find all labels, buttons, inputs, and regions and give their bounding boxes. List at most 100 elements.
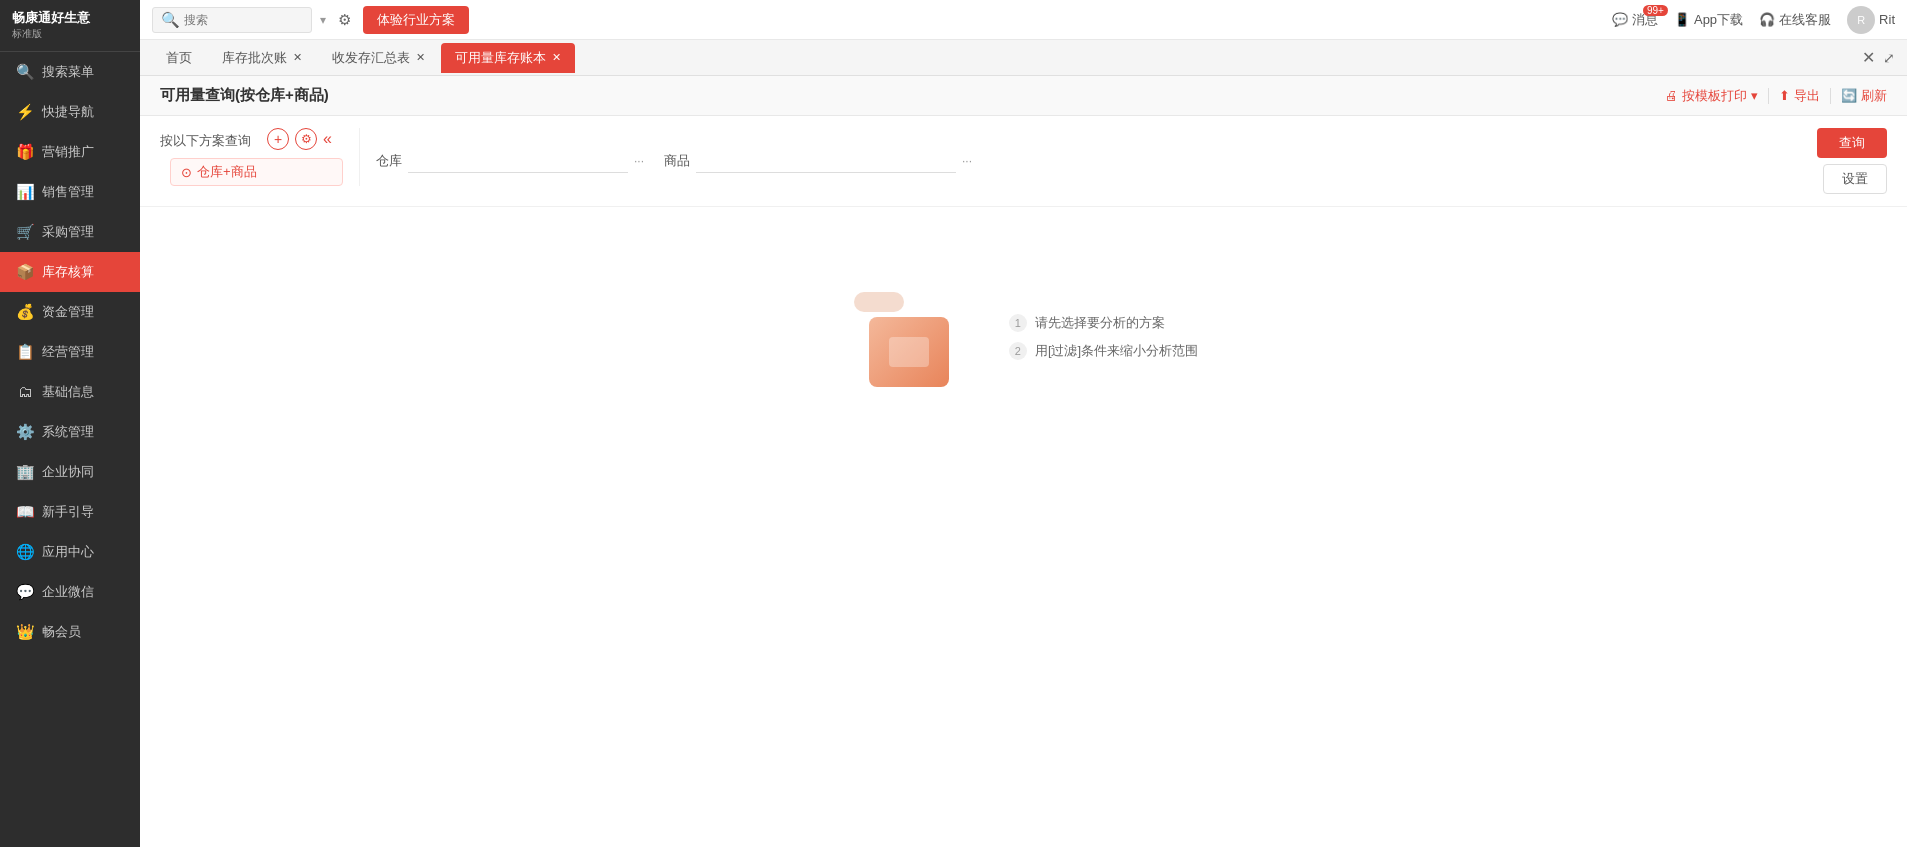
empty-state: 1 请先选择要分析的方案 2 用[过滤]条件来缩小分析范围 [140,207,1907,467]
filter-label: 按以下方案查询 [160,128,251,150]
tab-home[interactable]: 首页 [152,43,206,73]
tab-receive-summary-close-icon[interactable]: ✕ [416,51,425,64]
sidebar-item-label: 经营管理 [42,343,94,361]
operation-icon: 📋 [16,343,34,361]
sidebar-item-wechat[interactable]: 💬 企业微信 [0,572,140,612]
search-icon: 🔍 [16,63,34,81]
sidebar-item-label: 搜索菜单 [42,63,94,81]
sidebar-item-system[interactable]: ⚙️ 系统管理 [0,412,140,452]
window-close-icon[interactable]: ✕ [1862,48,1875,67]
export-button[interactable]: ⬆ 导出 [1779,87,1820,105]
search-chevron-icon[interactable]: ▾ [320,13,326,27]
main-area: 🔍 ▾ ⚙ 体验行业方案 💬 消息 99+ 📱 App下载 🎧 在线客服 R [140,0,1907,847]
export-icon: ⬆ [1779,88,1790,103]
user-profile[interactable]: R Rit [1847,6,1895,34]
sidebar-item-label: 资金管理 [42,303,94,321]
filter-collapse-button[interactable]: « [323,130,332,148]
filter-setting-button[interactable]: ⚙ [295,128,317,150]
empty-hints: 1 请先选择要分析的方案 2 用[过滤]条件来缩小分析范围 [1009,314,1198,360]
sidebar-item-vip[interactable]: 👑 畅会员 [0,612,140,652]
trial-industry-button[interactable]: 体验行业方案 [363,6,469,34]
product-input[interactable] [696,149,956,173]
query-button[interactable]: 查询 [1817,128,1887,158]
sidebar-item-label: 新手引导 [42,503,94,521]
tabs-window-controls: ✕ ⤢ [1862,48,1895,67]
tab-batch-account[interactable]: 库存批次账 ✕ [208,43,316,73]
field-settings-button[interactable]: 设置 [1823,164,1887,194]
filter-row: 按以下方案查询 + ⚙ « ⊙ 仓库+商品 [140,116,1907,207]
filter-scheme-panel: 按以下方案查询 + ⚙ « ⊙ 仓库+商品 [160,128,360,186]
system-icon: ⚙️ [16,423,34,441]
sidebar-item-label: 销售管理 [42,183,94,201]
sidebar-item-shortcut[interactable]: ⚡ 快捷导航 [0,92,140,132]
filter-add-button[interactable]: + [267,128,289,150]
sidebar-item-appcenter[interactable]: 🌐 应用中心 [0,532,140,572]
refresh-button[interactable]: 🔄 刷新 [1841,87,1887,105]
app-download-button[interactable]: 📱 App下载 [1674,11,1743,29]
online-service-button[interactable]: 🎧 在线客服 [1759,11,1831,29]
sidebar-item-basic[interactable]: 🗂 基础信息 [0,372,140,412]
divider-1 [1768,88,1769,104]
basic-icon: 🗂 [16,383,34,400]
warehouse-more-button[interactable]: ··· [634,154,644,168]
hint-text-2: 用[过滤]条件来缩小分析范围 [1035,342,1198,360]
topbar: 🔍 ▾ ⚙ 体验行业方案 💬 消息 99+ 📱 App下载 🎧 在线客服 R [140,0,1907,40]
filter-header: 按以下方案查询 + ⚙ « [160,128,343,150]
product-more-button[interactable]: ··· [962,154,972,168]
settings-gear-icon[interactable]: ⚙ [338,11,351,29]
empty-content: 1 请先选择要分析的方案 2 用[过滤]条件来缩小分析范围 [849,287,1198,387]
hint-text-1: 请先选择要分析的方案 [1035,314,1165,332]
template-print-button[interactable]: 🖨 按模板打印 ▾ [1665,87,1758,105]
sidebar-item-enterprise[interactable]: 🏢 企业协同 [0,452,140,492]
sidebar-item-inventory[interactable]: 📦 库存核算 [0,252,140,292]
sidebar-item-label: 企业协同 [42,463,94,481]
tab-receive-summary[interactable]: 收发存汇总表 ✕ [318,43,439,73]
tab-available-qty[interactable]: 可用量库存账本 ✕ [441,43,575,73]
topbar-search-icon: 🔍 [161,11,180,29]
avatar: R [1847,6,1875,34]
sidebar-nav: 🔍 搜索菜单 ⚡ 快捷导航 🎁 营销推广 📊 销售管理 🛒 采购管理 📦 库存核… [0,52,140,847]
sidebar-item-label: 应用中心 [42,543,94,561]
sidebar-item-search[interactable]: 🔍 搜索菜单 [0,52,140,92]
sidebar-item-label: 采购管理 [42,223,94,241]
sidebar-item-label: 营销推广 [42,143,94,161]
search-input[interactable] [184,13,304,27]
sidebar-item-newuser[interactable]: 📖 新手引导 [0,492,140,532]
shortcut-icon: ⚡ [16,103,34,121]
refresh-icon: 🔄 [1841,88,1857,103]
sidebar-item-label: 快捷导航 [42,103,94,121]
sidebar-item-sales[interactable]: 📊 销售管理 [0,172,140,212]
divider-2 [1830,88,1831,104]
fields-row: 仓库 ··· 商品 ··· 查询 设置 [376,128,1887,194]
service-label: 在线客服 [1779,11,1831,29]
empty-illustration [849,287,969,387]
print-chevron-icon: ▾ [1751,88,1758,103]
tab-available-qty-label: 可用量库存账本 [455,49,546,67]
template-print-label: 按模板打印 [1682,87,1747,105]
gift-icon: 🎁 [16,143,34,161]
tab-receive-summary-label: 收发存汇总表 [332,49,410,67]
enterprise-icon: 🏢 [16,463,34,481]
scheme-list: ⊙ 仓库+商品 [160,158,343,186]
sidebar-item-purchase[interactable]: 🛒 采购管理 [0,212,140,252]
scheme-warehouse-product[interactable]: ⊙ 仓库+商品 [170,158,343,186]
refresh-label: 刷新 [1861,87,1887,105]
warehouse-input[interactable] [408,149,628,173]
hint-num-1: 1 [1009,314,1027,332]
sidebar-item-operation[interactable]: 📋 经营管理 [0,332,140,372]
window-expand-icon[interactable]: ⤢ [1883,50,1895,66]
sidebar-item-finance[interactable]: 💰 资金管理 [0,292,140,332]
inventory-icon: 📦 [16,263,34,281]
tab-available-qty-close-icon[interactable]: ✕ [552,51,561,64]
message-button[interactable]: 💬 消息 99+ [1612,11,1658,29]
app-tag: 标准版 [12,27,128,41]
message-badge: 99+ [1643,5,1668,16]
topbar-search-box[interactable]: 🔍 [152,7,312,33]
message-icon: 💬 [1612,12,1628,27]
topbar-right-actions: 💬 消息 99+ 📱 App下载 🎧 在线客服 R Rit [1612,6,1895,34]
page-header: 可用量查询(按仓库+商品) 🖨 按模板打印 ▾ ⬆ 导出 🔄 [140,76,1907,116]
tab-batch-account-close-icon[interactable]: ✕ [293,51,302,64]
newuser-icon: 📖 [16,503,34,521]
sidebar-item-marketing[interactable]: 🎁 营销推广 [0,132,140,172]
warehouse-label: 仓库 [376,152,402,170]
